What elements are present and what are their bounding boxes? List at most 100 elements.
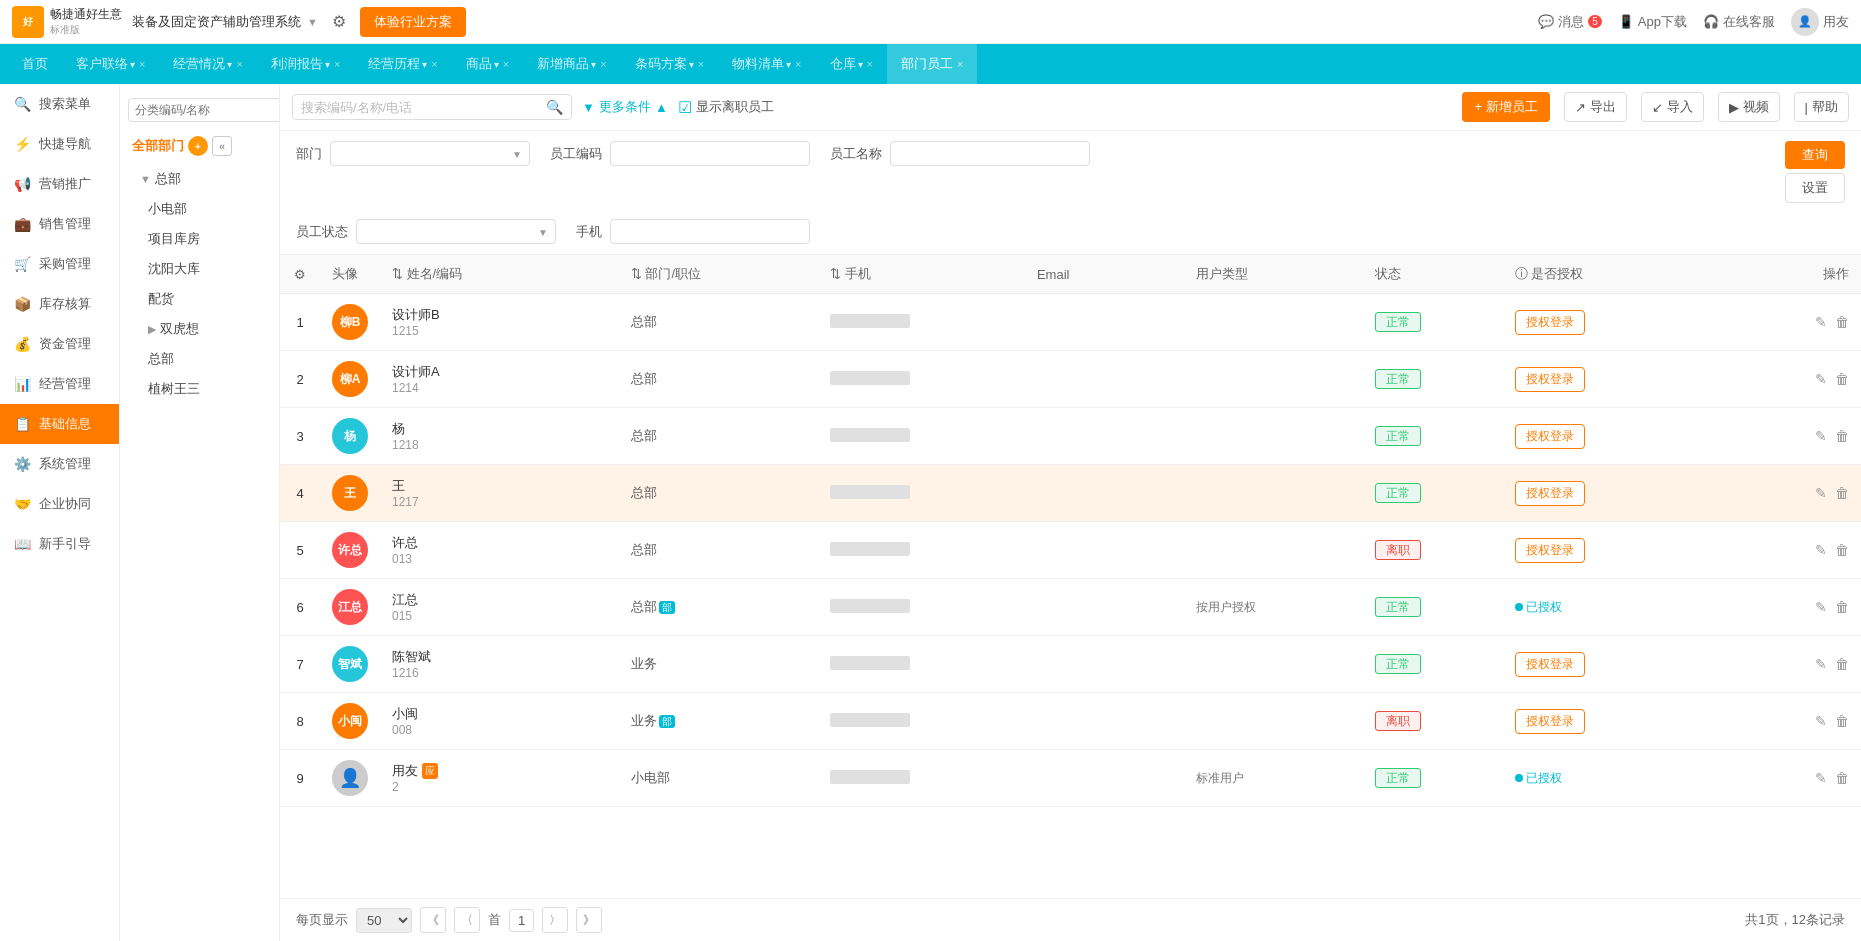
- dept-select[interactable]: [330, 141, 530, 166]
- import-button[interactable]: ↙ 导入: [1641, 92, 1704, 122]
- sidebar-item-operation[interactable]: 📊 经营管理: [0, 364, 119, 404]
- col-phone[interactable]: ⇅ 手机: [818, 255, 1025, 294]
- delete-icon-0[interactable]: 🗑: [1835, 314, 1849, 330]
- dept-node-shenyangdaku[interactable]: 沈阳大库: [120, 254, 279, 284]
- dept-node-xiangmukufang[interactable]: 项目库房: [120, 224, 279, 254]
- tab-barcode[interactable]: 条码方案 ▾×: [621, 44, 718, 84]
- sidebar-item-finance[interactable]: 💰 资金管理: [0, 324, 119, 364]
- sidebar-item-purchase[interactable]: 🛒 采购管理: [0, 244, 119, 284]
- emp-search-input[interactable]: [301, 100, 546, 115]
- tab-home[interactable]: 首页: [8, 44, 62, 84]
- col-settings[interactable]: ⚙: [280, 255, 320, 294]
- sidebar-item-inventory[interactable]: 📦 库存核算: [0, 284, 119, 324]
- sidebar-item-collab[interactable]: 🤝 企业协同: [0, 484, 119, 524]
- prev-page-button[interactable]: 〈: [454, 907, 480, 933]
- edit-icon-8[interactable]: ✎: [1815, 770, 1827, 786]
- edit-icon-5[interactable]: ✎: [1815, 599, 1827, 615]
- delete-icon-4[interactable]: 🗑: [1835, 542, 1849, 558]
- show-resigned-checkbox[interactable]: ☑ 显示离职员工: [678, 98, 774, 117]
- settings-gear-icon[interactable]: ⚙: [332, 12, 346, 31]
- filter-settings-button[interactable]: 设置: [1785, 173, 1845, 203]
- empcode-input[interactable]: [610, 141, 810, 166]
- app-download-button[interactable]: 📱 App下载: [1618, 13, 1687, 31]
- edit-icon-4[interactable]: ✎: [1815, 542, 1827, 558]
- first-page-button[interactable]: 《: [420, 907, 446, 933]
- dept-add-icon[interactable]: +: [188, 136, 208, 156]
- empstatus-select[interactable]: [356, 219, 556, 244]
- tab-barcode-close[interactable]: ×: [698, 58, 704, 70]
- tab-addgoods-close[interactable]: ×: [600, 58, 606, 70]
- tab-operation[interactable]: 经营情况 ▾×: [159, 44, 256, 84]
- delete-icon-5[interactable]: 🗑: [1835, 599, 1849, 615]
- export-button[interactable]: ↗ 导出: [1564, 92, 1627, 122]
- tab-customer-close[interactable]: ×: [139, 58, 145, 70]
- query-button[interactable]: 查询: [1785, 141, 1845, 169]
- dept-node-zongbu-root[interactable]: ▼总部: [120, 164, 279, 194]
- next-page-button[interactable]: 〉: [542, 907, 568, 933]
- tab-goods-close[interactable]: ×: [503, 58, 509, 70]
- delete-icon-8[interactable]: 🗑: [1835, 770, 1849, 786]
- tab-history[interactable]: 经营历程 ▾×: [354, 44, 451, 84]
- tab-wh-close[interactable]: ×: [867, 58, 873, 70]
- auth-button-6[interactable]: 授权登录: [1515, 652, 1585, 677]
- dept-node-peihuo[interactable]: 配货: [120, 284, 279, 314]
- auth-button-3[interactable]: 授权登录: [1515, 481, 1585, 506]
- tab-bom[interactable]: 物料清单 ▾×: [718, 44, 815, 84]
- tab-profit[interactable]: 利润报告 ▾×: [257, 44, 354, 84]
- message-button[interactable]: 💬 消息 5: [1538, 13, 1602, 31]
- col-dept[interactable]: ⇅ 部门/职位: [619, 255, 818, 294]
- dept-collapse-icon[interactable]: «: [212, 136, 232, 156]
- auth-button-4[interactable]: 授权登录: [1515, 538, 1585, 563]
- dept-tree-all[interactable]: 全部部门 + «: [120, 128, 279, 164]
- trial-button[interactable]: 体验行业方案: [360, 7, 466, 37]
- help-button[interactable]: | 帮助: [1794, 92, 1849, 122]
- tab-addgoods[interactable]: 新增商品 ▾×: [523, 44, 620, 84]
- delete-icon-2[interactable]: 🗑: [1835, 428, 1849, 444]
- tab-dept-close[interactable]: ×: [957, 58, 963, 70]
- dept-node-shuanghuxiang[interactable]: ▶双虎想: [120, 314, 279, 344]
- page-size-select[interactable]: 50 100: [356, 908, 412, 933]
- user-area[interactable]: 👤 用友: [1791, 8, 1849, 36]
- sidebar-item-sales[interactable]: 💼 销售管理: [0, 204, 119, 244]
- sidebar-item-system[interactable]: ⚙️ 系统管理: [0, 444, 119, 484]
- sidebar-item-search[interactable]: 🔍 搜索菜单: [0, 84, 119, 124]
- edit-icon-2[interactable]: ✎: [1815, 428, 1827, 444]
- tab-profit-close[interactable]: ×: [334, 58, 340, 70]
- auth-button-0[interactable]: 授权登录: [1515, 310, 1585, 335]
- tab-goods[interactable]: 商品 ▾×: [452, 44, 523, 84]
- delete-icon-7[interactable]: 🗑: [1835, 713, 1849, 729]
- online-service-button[interactable]: 🎧 在线客服: [1703, 13, 1775, 31]
- tab-customer[interactable]: 客户联络 ▾×: [62, 44, 159, 84]
- last-page-button[interactable]: 》: [576, 907, 602, 933]
- tab-warehouse[interactable]: 仓库 ▾×: [816, 44, 887, 84]
- delete-icon-1[interactable]: 🗑: [1835, 371, 1849, 387]
- edit-icon-1[interactable]: ✎: [1815, 371, 1827, 387]
- dept-node-zongbu-sub[interactable]: 总部: [120, 344, 279, 374]
- edit-icon-6[interactable]: ✎: [1815, 656, 1827, 672]
- auth-button-1[interactable]: 授权登录: [1515, 367, 1585, 392]
- add-employee-button[interactable]: + 新增员工: [1462, 92, 1549, 122]
- tab-bom-close[interactable]: ×: [795, 58, 801, 70]
- filter-more-button[interactable]: ▼ 更多条件 ▲: [582, 98, 668, 116]
- edit-icon-7[interactable]: ✎: [1815, 713, 1827, 729]
- tab-history-close[interactable]: ×: [431, 58, 437, 70]
- title-arrow-icon[interactable]: ▼: [307, 16, 318, 28]
- delete-icon-3[interactable]: 🗑: [1835, 485, 1849, 501]
- dept-node-xiaodibu[interactable]: 小电部: [120, 194, 279, 224]
- view-button[interactable]: ▶ 视频: [1718, 92, 1780, 122]
- empname-input[interactable]: [890, 141, 1090, 166]
- sidebar-item-marketing[interactable]: 📢 营销推广: [0, 164, 119, 204]
- sidebar-item-guide[interactable]: 📖 新手引导: [0, 524, 119, 564]
- sidebar-item-nav[interactable]: ⚡ 快捷导航: [0, 124, 119, 164]
- auth-button-2[interactable]: 授权登录: [1515, 424, 1585, 449]
- auth-button-7[interactable]: 授权登录: [1515, 709, 1585, 734]
- col-name[interactable]: ⇅ 姓名/编码: [380, 255, 619, 294]
- sidebar-item-basic[interactable]: 📋 基础信息: [0, 404, 119, 444]
- tab-op-close[interactable]: ×: [236, 58, 242, 70]
- phone-input[interactable]: [610, 219, 810, 244]
- edit-icon-3[interactable]: ✎: [1815, 485, 1827, 501]
- edit-icon-0[interactable]: ✎: [1815, 314, 1827, 330]
- tab-dept-emp[interactable]: 部门员工 ×: [887, 44, 977, 84]
- dept-node-zhishuwangsan[interactable]: 植树王三: [120, 374, 279, 404]
- dept-search-input[interactable]: [128, 98, 280, 122]
